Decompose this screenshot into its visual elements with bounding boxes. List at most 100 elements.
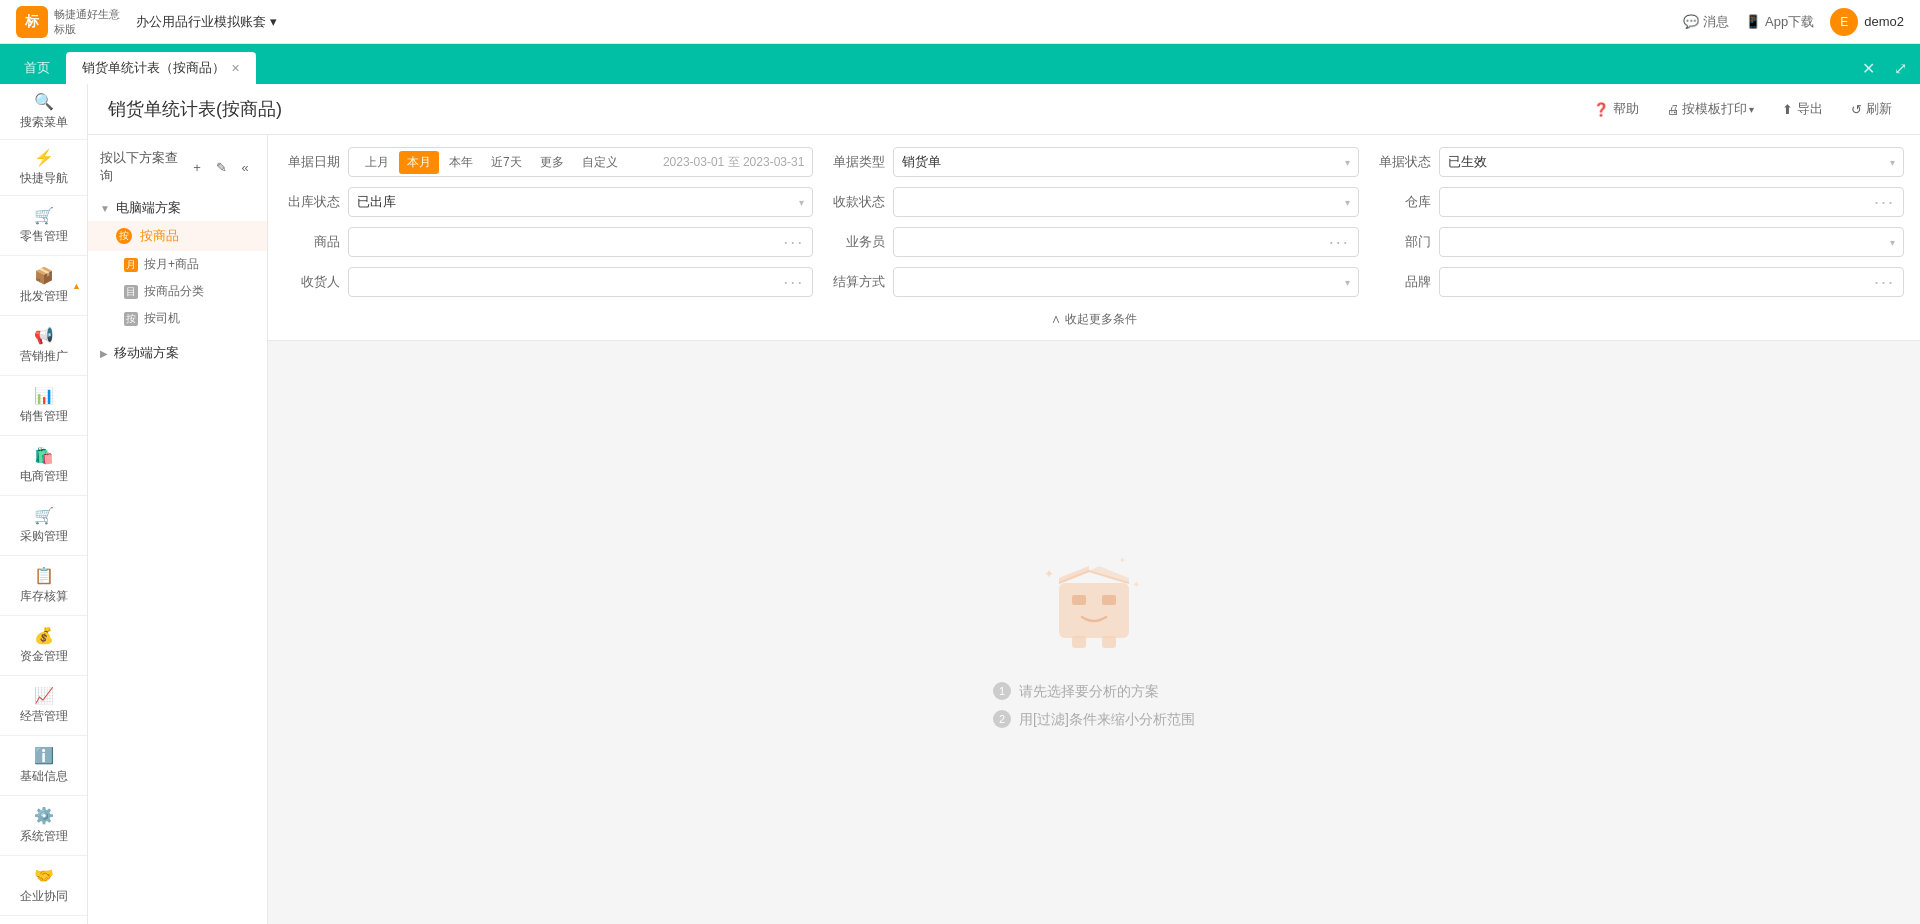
sidebar-ecommerce-label: 电商管理 xyxy=(20,468,68,485)
by-product-icon: 按 xyxy=(116,228,132,244)
product-label: 商品 xyxy=(284,233,340,251)
scheme-item-by-product[interactable]: 按 按商品 xyxy=(88,221,267,251)
filter-doc-type-cell: 单据类型 销货单 ▾ xyxy=(829,147,1358,177)
tab-sales-stats[interactable]: 销货单统计表（按商品） ✕ xyxy=(66,52,256,84)
scheme-group-desktop-header[interactable]: ▼ 电脑端方案 xyxy=(88,195,267,221)
filter-warehouse-cell: 仓库 ··· xyxy=(1375,187,1904,217)
sidebar-item-purchase[interactable]: 🛒 采购管理 xyxy=(0,496,87,556)
sidebar-item-business[interactable]: 📈 经营管理 xyxy=(0,676,87,736)
doc-status-input[interactable]: 已生效 ▾ xyxy=(1439,147,1904,177)
doc-type-input[interactable]: 销货单 ▾ xyxy=(893,147,1358,177)
payment-status-input[interactable]: ▾ xyxy=(893,187,1358,217)
scheme-group-mobile-header[interactable]: ▶ 移动端方案 xyxy=(88,340,267,366)
svg-rect-0 xyxy=(1059,583,1129,638)
filter-and-content: 单据日期 上月 本月 本年 近7天 更多 自定义 20 xyxy=(268,135,1920,924)
collapse-filters-btn[interactable]: ∧ 收起更多条件 xyxy=(284,305,1904,328)
workspace-selector[interactable]: 办公用品行业模拟账套 ▾ xyxy=(128,9,285,35)
message-btn[interactable]: 💬 消息 xyxy=(1683,13,1729,31)
sidebar-item-sales[interactable]: 📊 销售管理 xyxy=(0,376,87,436)
date-tab-this-month[interactable]: 本月 xyxy=(399,151,439,174)
sidebar-item-cooperation[interactable]: 🤝 企业协同 xyxy=(0,856,87,916)
scheme-edit-btn[interactable]: ✎ xyxy=(211,157,231,177)
salesperson-input[interactable]: ··· xyxy=(893,227,1358,257)
scheme-subitem-month-product[interactable]: 月 按月+商品 xyxy=(88,251,267,278)
sidebar-item-finance[interactable]: 💰 资金管理 xyxy=(0,616,87,676)
scheme-subitem-by-category[interactable]: 目 按商品分类 xyxy=(88,278,267,305)
cooperation-icon: 🤝 xyxy=(34,866,54,885)
month-product-label: 按月+商品 xyxy=(144,256,199,273)
date-tab-7days[interactable]: 近7天 xyxy=(483,151,530,174)
date-tab-last-month[interactable]: 上月 xyxy=(357,151,397,174)
payment-method-input[interactable]: ▾ xyxy=(893,267,1358,297)
user-profile[interactable]: E demo2 xyxy=(1830,8,1904,36)
empty-state-illustration: ✦ ✦ ✦ xyxy=(1034,533,1154,653)
warehouse-input[interactable]: ··· xyxy=(1439,187,1904,217)
window-close-btn[interactable]: ✕ xyxy=(1856,56,1880,80)
purchase-icon: 🛒 xyxy=(34,506,54,525)
user-avatar: E xyxy=(1830,8,1858,36)
sidebar-item-system[interactable]: ⚙️ 系统管理 xyxy=(0,796,87,856)
filter-section: 单据日期 上月 本月 本年 近7天 更多 自定义 20 xyxy=(268,135,1920,341)
date-tab-more[interactable]: 更多 xyxy=(532,151,572,174)
out-status-input[interactable]: 已出库 ▾ xyxy=(348,187,813,217)
filter-date-cell: 单据日期 上月 本月 本年 近7天 更多 自定义 20 xyxy=(284,147,813,177)
empty-state: ✦ ✦ ✦ 1 请先选择要分析的方案 2 用[过滤]条件来缩小分析范围 xyxy=(268,341,1920,924)
inventory-icon: 📋 xyxy=(34,566,54,585)
doc-type-label: 单据类型 xyxy=(829,153,885,171)
system-icon: ⚙️ xyxy=(34,806,54,825)
sidebar-item-quick-nav[interactable]: ⚡ 快捷导航 xyxy=(0,140,87,196)
sidebar-item-ecommerce[interactable]: 🛍️ 电商管理 xyxy=(0,436,87,496)
export-btn[interactable]: ⬆ 导出 xyxy=(1774,96,1831,122)
date-tab-this-year[interactable]: 本年 xyxy=(441,151,481,174)
workspace-arrow-icon: ▾ xyxy=(270,14,277,29)
date-range-text: 2023-03-01 至 2023-03-31 xyxy=(663,154,804,171)
sidebar-item-guide[interactable]: 🧭 新手引导 xyxy=(0,916,87,924)
date-tab-custom[interactable]: 自定义 xyxy=(574,151,626,174)
sidebar-item-search[interactable]: 🔍 搜索菜单 xyxy=(0,84,87,140)
mobile-group-arrow: ▶ xyxy=(100,348,108,359)
recipient-input[interactable]: ··· xyxy=(348,267,813,297)
sidebar-retail-label: 零售管理 xyxy=(20,228,68,245)
scheme-panel-header: 按以下方案查询 + ✎ « xyxy=(88,143,267,191)
app-download-btn[interactable]: 📱 App下载 xyxy=(1745,13,1814,31)
main-content: ✦ ✦ ✦ 1 请先选择要分析的方案 2 用[过滤]条件来缩小分析范围 xyxy=(268,341,1920,924)
sidebar-item-retail[interactable]: 🛒 零售管理 xyxy=(0,196,87,256)
window-maximize-btn[interactable]: ⤢ xyxy=(1888,56,1912,80)
recipient-label: 收货人 xyxy=(284,273,340,291)
marketing-icon: 📢 xyxy=(34,326,54,345)
date-filter-input[interactable]: 上月 本月 本年 近7天 更多 自定义 2023-03-01 至 2023-03… xyxy=(348,147,813,177)
sidebar-item-basic[interactable]: ℹ️ 基础信息 xyxy=(0,736,87,796)
scheme-collapse-btn[interactable]: « xyxy=(235,157,255,177)
logo-letter: 标 xyxy=(25,13,39,31)
ecommerce-icon: 🛍️ xyxy=(34,446,54,465)
sidebar-item-wholesale[interactable]: 📦 批发管理 xyxy=(0,256,87,316)
page-title: 销货单统计表(按商品) xyxy=(108,97,282,121)
svg-rect-1 xyxy=(1072,595,1086,605)
scheme-add-btn[interactable]: + xyxy=(187,157,207,177)
tab-home[interactable]: 首页 xyxy=(8,52,66,84)
filter-payment-method-cell: 结算方式 ▾ xyxy=(829,267,1358,297)
print-icon: 🖨 xyxy=(1667,102,1680,117)
by-category-label: 按商品分类 xyxy=(144,283,204,300)
product-input[interactable]: ··· xyxy=(348,227,813,257)
print-dropdown-arrow: ▾ xyxy=(1749,104,1754,115)
desktop-group-arrow: ▼ xyxy=(100,203,110,214)
page-header: 销货单统计表(按商品) ❓ 帮助 🖨 按模板打印 ▾ ⬆ 导出 ↺ 刷新 xyxy=(88,84,1920,135)
sidebar-purchase-label: 采购管理 xyxy=(20,528,68,545)
tab-close-icon[interactable]: ✕ xyxy=(231,62,240,75)
scheme-group-desktop: ▼ 电脑端方案 按 按商品 月 按月+商品 目 按商品分 xyxy=(88,191,267,336)
sidebar-item-marketing[interactable]: 📢 营销推广 xyxy=(0,316,87,376)
tab-home-label: 首页 xyxy=(24,59,50,77)
brand-label: 品牌 xyxy=(1375,273,1431,291)
out-status-value: 已出库 xyxy=(357,193,396,211)
dept-input[interactable]: ▾ xyxy=(1439,227,1904,257)
refresh-btn[interactable]: ↺ 刷新 xyxy=(1843,96,1900,122)
help-btn[interactable]: ❓ 帮助 xyxy=(1585,96,1647,122)
sidebar-item-inventory[interactable]: 📋 库存核算 xyxy=(0,556,87,616)
print-template-btn[interactable]: 🖨 按模板打印 ▾ xyxy=(1659,96,1762,122)
desktop-group-label: 电脑端方案 xyxy=(116,199,181,217)
brand-input[interactable]: ··· xyxy=(1439,267,1904,297)
finance-icon: 💰 xyxy=(34,626,54,645)
date-label: 单据日期 xyxy=(284,153,340,171)
scheme-subitem-by-printer[interactable]: 按 按司机 xyxy=(88,305,267,332)
